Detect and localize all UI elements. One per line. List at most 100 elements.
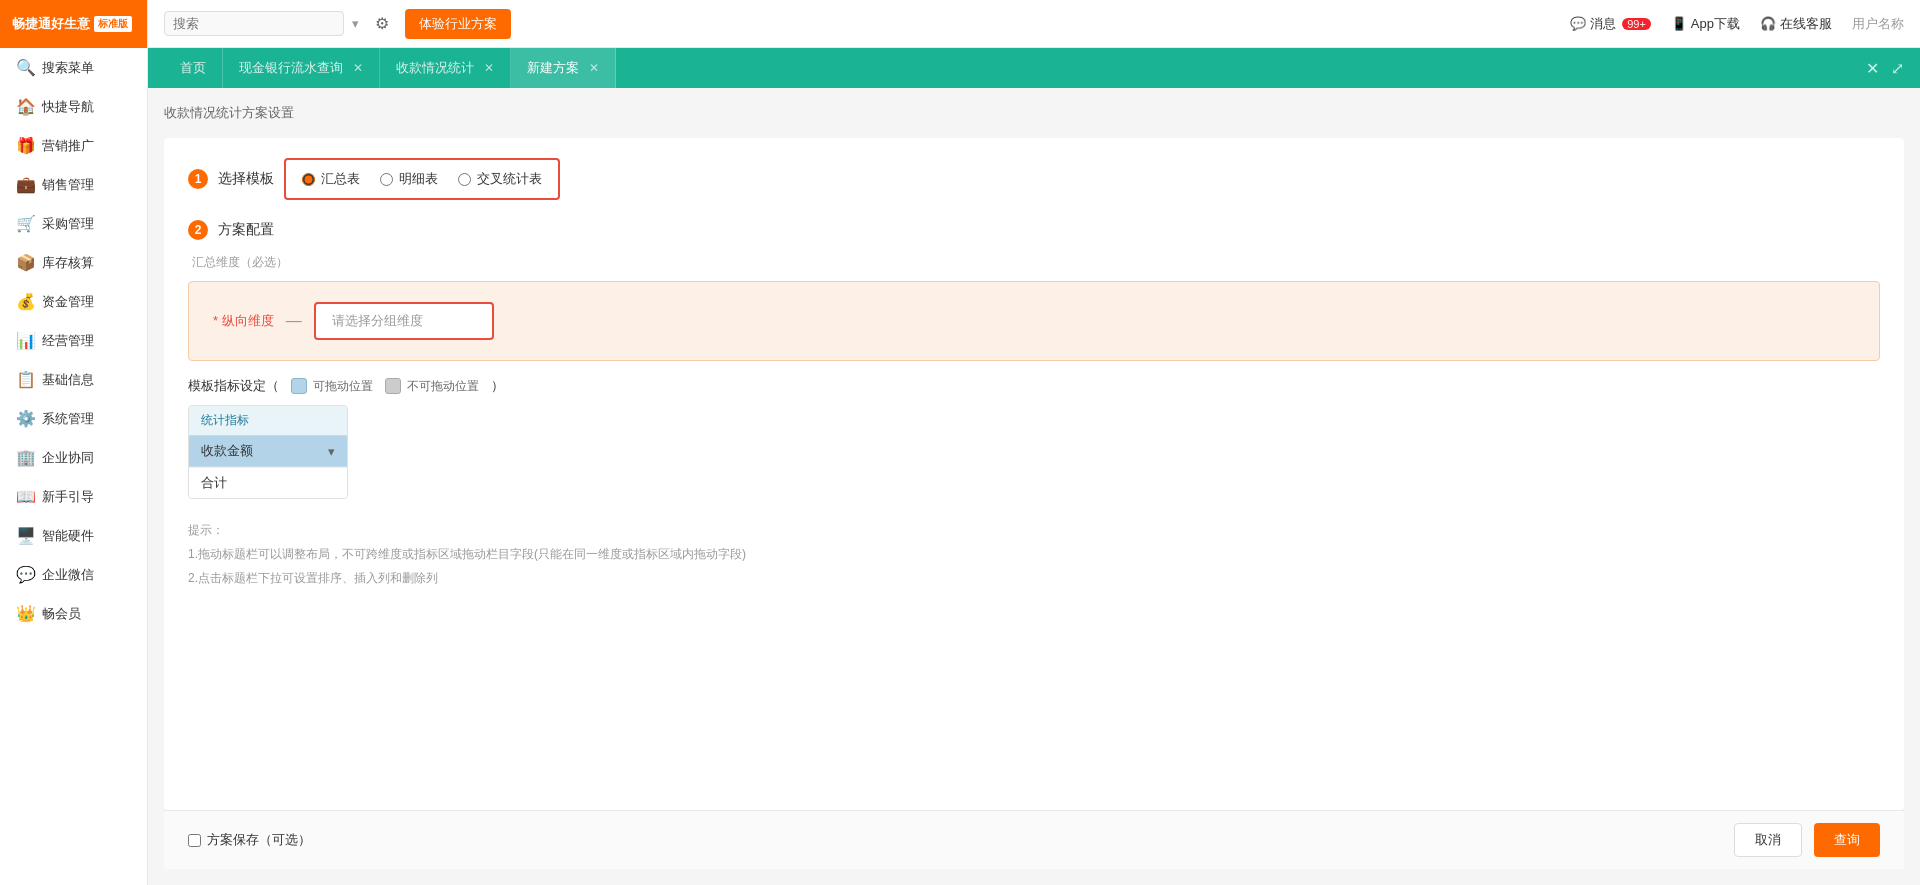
bottom-section: 方案保存（可选） 取消 查询 [164,810,1904,869]
sidebar-item-label: 企业微信 [42,566,94,584]
sidebar-item-label: 基础信息 [42,371,94,389]
sidebar-item-enterprise[interactable]: 🏢 企业协同 [0,438,147,477]
cart-icon: 🛒 [16,214,34,233]
tab-bank-flow[interactable]: 现金银行流水查询 ✕ [223,48,380,88]
book-icon: 📖 [16,487,34,506]
download-icon: 📱 [1671,16,1687,31]
sidebar-item-basic[interactable]: 📋 基础信息 [0,360,147,399]
tab-home[interactable]: 首页 [164,48,223,88]
chart-icon: 📊 [16,331,34,350]
dimension-select[interactable]: 请选择分组维度 [314,302,494,340]
sidebar-item-operations[interactable]: 📊 经营管理 [0,321,147,360]
content-area: 收款情况统计方案设置 1 选择模板 汇总表 [148,88,1920,885]
service-label: 在线客服 [1780,15,1832,33]
movable-box [291,378,307,394]
save-option[interactable]: 方案保存（可选） [188,831,311,849]
trial-button[interactable]: 体验行业方案 [405,9,511,39]
sidebar-item-label: 采购管理 [42,215,94,233]
radio-detail-input[interactable] [380,173,393,186]
sidebar-item-smart-hw[interactable]: 🖥️ 智能硬件 [0,516,147,555]
sidebar-item-label: 智能硬件 [42,527,94,545]
radio-summary[interactable]: 汇总表 [302,170,360,188]
list-icon: 📋 [16,370,34,389]
dropdown-arrow-icon[interactable]: ▾ [352,16,359,31]
breadcrumb: 收款情况统计方案设置 [164,104,1904,122]
radio-group-template: 汇总表 明细表 交叉统计表 [302,170,542,188]
maximize-icon[interactable]: ⤢ [1891,59,1904,78]
tips-title: 提示： [188,523,224,537]
indicators-header: 模板指标设定（ 可拖动位置 不可拖动位置 ） [188,377,1880,395]
username: 用户名称 [1852,15,1904,33]
tab-new-plan-label: 新建方案 [527,59,579,77]
tab-bank-flow-label: 现金银行流水查询 [239,59,343,77]
sidebar-item-label: 经营管理 [42,332,94,350]
download-item[interactable]: 📱 App下载 [1671,15,1740,33]
indicator-column-name: 收款金额 [201,442,328,460]
sidebar-item-marketing[interactable]: 🎁 营销推广 [0,126,147,165]
search-input[interactable] [164,11,344,36]
sidebar-item-inventory[interactable]: 📦 库存核算 [0,243,147,282]
tab-home-label: 首页 [180,59,206,77]
tab-new-plan-close-icon[interactable]: ✕ [589,61,599,75]
sidebar-item-quick-nav[interactable]: 🏠 快捷导航 [0,87,147,126]
tips-section: 提示： 1.拖动标题栏可以调整布局，不可跨维度或指标区域拖动栏目字段(只能在同一… [188,518,1880,590]
radio-cross-input[interactable] [458,173,471,186]
close-window-icon[interactable]: ✕ [1866,59,1879,78]
sidebar-item-purchase[interactable]: 🛒 采购管理 [0,204,147,243]
cancel-button[interactable]: 取消 [1734,823,1802,857]
message-icon: 💬 [1570,16,1586,31]
radio-cross[interactable]: 交叉统计表 [458,170,542,188]
indicator-table: 统计指标 收款金额 ▾ 合计 [188,405,348,499]
topbar: ▾ ⚙ 体验行业方案 💬 消息 99+ 📱 App下载 🎧 在线客服 用户名称 [148,0,1920,48]
save-label: 方案保存（可选） [207,831,311,849]
tab-bank-flow-close-icon[interactable]: ✕ [353,61,363,75]
tab-new-plan[interactable]: 新建方案 ✕ [511,48,616,88]
download-label: App下载 [1691,15,1740,33]
sidebar-item-label: 营销推广 [42,137,94,155]
indicator-dropdown-icon[interactable]: ▾ [328,444,335,459]
home-icon: 🏠 [16,97,34,116]
message-badge: 99+ [1622,18,1651,30]
tab-collection-stats-label: 收款情况统计 [396,59,474,77]
main-area: ▾ ⚙ 体验行业方案 💬 消息 99+ 📱 App下载 🎧 在线客服 用户名称 … [148,0,1920,885]
radio-detail[interactable]: 明细表 [380,170,438,188]
sidebar-item-newbie[interactable]: 📖 新手引导 [0,477,147,516]
topbar-search: ▾ [164,11,359,36]
radio-summary-input[interactable] [302,173,315,186]
bottom-buttons: 取消 查询 [1734,823,1880,857]
service-item[interactable]: 🎧 在线客服 [1760,15,1832,33]
sidebar-item-sales[interactable]: 💼 销售管理 [0,165,147,204]
message-item[interactable]: 💬 消息 99+ [1570,15,1651,33]
service-icon: 🎧 [1760,16,1776,31]
sidebar-item-search-menu[interactable]: 🔍 搜索菜单 [0,48,147,87]
settings-icon[interactable]: ⚙ [375,14,389,33]
step2-title: 方案配置 [218,221,274,239]
indicator-group-label: 统计指标 [189,406,347,436]
message-label: 消息 [1590,15,1616,33]
box-icon: 📦 [16,253,34,272]
gift-icon: 🎁 [16,136,34,155]
sidebar-item-system[interactable]: ⚙️ 系统管理 [0,399,147,438]
query-button[interactable]: 查询 [1814,823,1880,857]
topbar-right: 💬 消息 99+ 📱 App下载 🎧 在线客服 用户名称 [1570,15,1904,33]
sidebar-item-wechat[interactable]: 💬 企业微信 [0,555,147,594]
indicator-header-row[interactable]: 收款金额 ▾ [189,436,347,467]
arrow-icon: — [286,312,302,330]
sidebar: 畅捷通好生意 标准版 🔍 搜索菜单 🏠 快捷导航 🎁 营销推广 💼 销售管理 🛒… [0,0,148,885]
sidebar-item-finance[interactable]: 💰 资金管理 [0,282,147,321]
tabbar: 首页 现金银行流水查询 ✕ 收款情况统计 ✕ 新建方案 ✕ ✕ ⤢ [148,48,1920,88]
radio-cross-label: 交叉统计表 [477,170,542,188]
save-checkbox[interactable] [188,834,201,847]
fixed-label: 不可拖动位置 [407,378,479,395]
sidebar-item-label: 畅会员 [42,605,81,623]
building-icon: 🏢 [16,448,34,467]
tab-collection-stats-close-icon[interactable]: ✕ [484,61,494,75]
tab-collection-stats[interactable]: 收款情况统计 ✕ [380,48,511,88]
sidebar-item-member[interactable]: 👑 畅会员 [0,594,147,633]
step1-number: 1 [188,169,208,189]
sidebar-item-label: 系统管理 [42,410,94,428]
template-selection-box: 汇总表 明细表 交叉统计表 [284,158,560,200]
legend-fixed: 不可拖动位置 [385,378,479,395]
sidebar-item-label: 快捷导航 [42,98,94,116]
step2-header: 2 方案配置 [188,220,1880,240]
